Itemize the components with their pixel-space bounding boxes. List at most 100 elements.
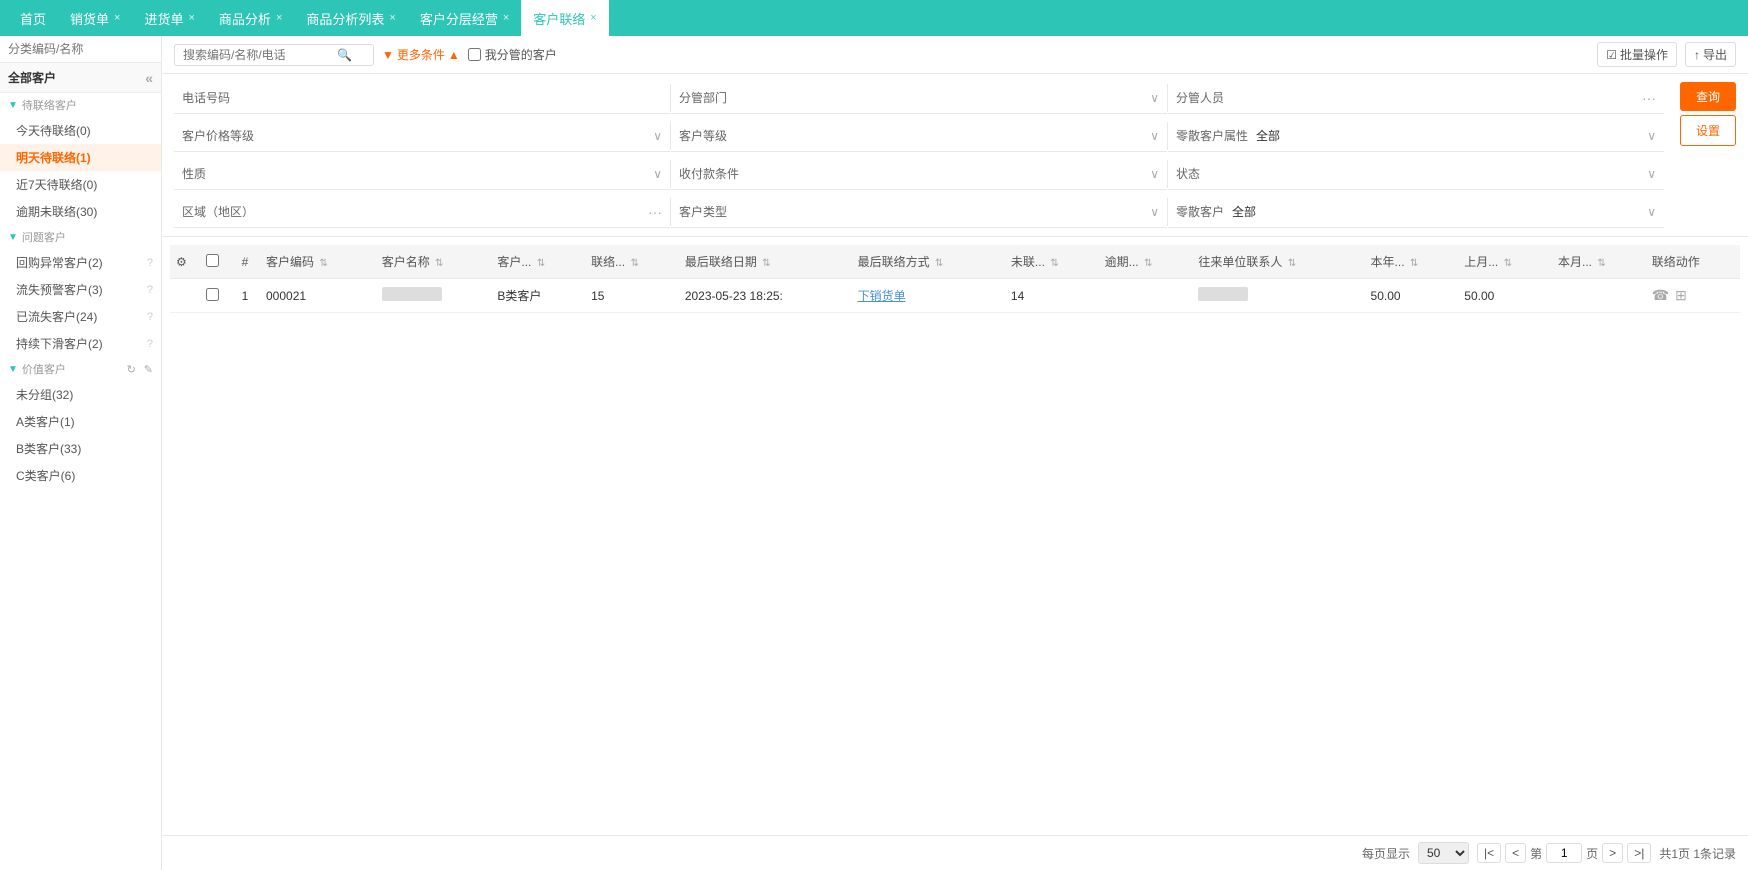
close-icon[interactable]: × xyxy=(503,12,509,24)
nav-product-analysis[interactable]: 商品分析 × xyxy=(207,0,294,36)
retail-attr-select[interactable]: 全部 ∨ xyxy=(1256,127,1656,144)
th-this-month[interactable]: 本月... ⇅ xyxy=(1552,245,1646,279)
first-page-btn[interactable]: |< xyxy=(1477,843,1501,863)
help-icon[interactable]: ? xyxy=(147,257,153,269)
status-select[interactable]: ∨ xyxy=(1208,167,1656,181)
th-checkbox[interactable] xyxy=(200,245,230,279)
sidebar-item-class-b[interactable]: B类客户(33) xyxy=(0,435,161,462)
department-select[interactable]: ∨ xyxy=(735,91,1159,105)
sidebar-item-ungrouped[interactable]: 未分组(32) xyxy=(0,381,161,408)
sidebar-item-7day-pending[interactable]: 近7天待联络(0) xyxy=(0,171,161,198)
help-icon[interactable]: ? xyxy=(147,338,153,350)
my-customers-checkbox-label[interactable]: 我分管的客户 xyxy=(468,46,557,63)
page-nav: |< < 第 页 > >| xyxy=(1477,843,1651,863)
filter-more-btn[interactable]: ▼ 更多条件 ▲ xyxy=(382,46,460,63)
sidebar-item-tomorrow-pending[interactable]: 明天待联络(1) xyxy=(0,144,161,171)
nav-purchase-order[interactable]: 进货单 × xyxy=(132,0,206,36)
phone-action-icon[interactable]: ☎ xyxy=(1652,287,1669,304)
th-not-contacted[interactable]: 未联... ⇅ xyxy=(1005,245,1099,279)
edit-icon[interactable]: ✎ xyxy=(144,363,153,376)
table-header-row: ⚙ # 客户编码 ⇅ 客户名称 ⇅ 客户... ⇅ 联络... ⇅ 最后联络日期… xyxy=(170,245,1740,279)
help-icon[interactable]: ? xyxy=(147,311,153,323)
sidebar-item-repurchase-abnormal[interactable]: 回购异常客户(2) ? xyxy=(0,249,161,276)
th-num: # xyxy=(230,245,260,279)
th-gear[interactable]: ⚙ xyxy=(170,245,200,279)
sidebar-item-today-pending[interactable]: 今天待联络(0) xyxy=(0,117,161,144)
nav-product-analysis-list[interactable]: 商品分析列表 × xyxy=(294,0,407,36)
query-button[interactable]: 查询 xyxy=(1680,82,1736,111)
sidebar-item-overdue-pending[interactable]: 逾期未联络(30) xyxy=(0,198,161,225)
nav-customer-tier[interactable]: 客户分层经营 × xyxy=(408,0,521,36)
th-last-month[interactable]: 上月... ⇅ xyxy=(1458,245,1552,279)
customer-level-select[interactable]: ∨ xyxy=(735,129,1159,143)
chevron-down-icon: ∨ xyxy=(1647,129,1656,143)
nature-select[interactable]: ∨ xyxy=(214,167,662,181)
chevron-down-icon: ∨ xyxy=(1647,205,1656,219)
close-icon[interactable]: × xyxy=(389,12,395,24)
prev-page-btn[interactable]: < xyxy=(1505,843,1526,863)
grid-action-icon[interactable]: ⊞ xyxy=(1675,287,1687,304)
filter-retail-attr[interactable]: 零散客户属性 全部 ∨ xyxy=(1168,120,1664,152)
chevron-down-icon: ∨ xyxy=(1150,167,1159,181)
collapse-icon: « xyxy=(145,70,153,86)
content-area: 🔍 ▼ 更多条件 ▲ 我分管的客户 ☑ 批量操作 ↑ 导出 xyxy=(162,36,1748,870)
td-checkbox[interactable] xyxy=(200,279,230,313)
customer-type-select[interactable]: ∨ xyxy=(735,205,1159,219)
filter-manager: 分管人员 ··· xyxy=(1168,82,1664,114)
last-contact-link[interactable]: 下销货单 xyxy=(858,289,906,303)
filter-customer-level[interactable]: 客户等级 ∨ xyxy=(671,120,1167,152)
payment-terms-select[interactable]: ∨ xyxy=(747,167,1159,181)
close-icon[interactable]: × xyxy=(114,12,120,24)
export-btn[interactable]: ↑ 导出 xyxy=(1685,42,1736,67)
close-icon[interactable]: × xyxy=(188,12,194,24)
sidebar-all-customers[interactable]: 全部客户 « xyxy=(0,63,161,93)
last-page-btn[interactable]: >| xyxy=(1627,843,1651,863)
dots-icon[interactable]: ··· xyxy=(1642,90,1656,106)
price-level-select[interactable]: ∨ xyxy=(262,129,662,143)
sidebar-item-declining[interactable]: 持续下滑客户(2) ? xyxy=(0,330,161,357)
sidebar-search-input[interactable] xyxy=(8,42,162,56)
th-overdue[interactable]: 逾期... ⇅ xyxy=(1099,245,1193,279)
close-icon[interactable]: × xyxy=(590,12,596,24)
th-this-year[interactable]: 本年... ⇅ xyxy=(1365,245,1459,279)
nav-customer-contact[interactable]: 客户联络 × xyxy=(521,0,608,36)
page-input[interactable] xyxy=(1546,843,1582,863)
help-icon[interactable]: ? xyxy=(147,284,153,296)
th-type[interactable]: 客户... ⇅ xyxy=(491,245,585,279)
refresh-icon[interactable]: ↻ xyxy=(127,363,136,376)
td-last-contact-method[interactable]: 下销货单 xyxy=(852,279,1005,313)
dots-icon[interactable]: ··· xyxy=(648,204,662,220)
filter-customer-type[interactable]: 客户类型 ∨ xyxy=(671,196,1167,228)
sidebar-item-class-c[interactable]: C类客户(6) xyxy=(0,462,161,489)
filter-status[interactable]: 状态 ∨ xyxy=(1168,158,1664,190)
nav-sales-order[interactable]: 销货单 × xyxy=(58,0,132,36)
filter-price-level[interactable]: 客户价格等级 ∨ xyxy=(174,120,670,152)
th-contact[interactable]: 联络... ⇅ xyxy=(585,245,679,279)
filter-department[interactable]: 分管部门 ∨ xyxy=(671,82,1167,114)
search-icon[interactable]: 🔍 xyxy=(337,48,352,62)
th-last-contact-method[interactable]: 最后联络方式 ⇅ xyxy=(852,245,1005,279)
retail-customer-select[interactable]: 全部 ∨ xyxy=(1232,203,1656,220)
th-last-contact-date[interactable]: 最后联络日期 ⇅ xyxy=(679,245,852,279)
th-code[interactable]: 客户编码 ⇅ xyxy=(260,245,376,279)
next-page-btn[interactable]: > xyxy=(1602,843,1623,863)
nav-home[interactable]: 首页 xyxy=(8,0,58,36)
setting-button[interactable]: 设置 xyxy=(1680,115,1736,146)
main-search-input[interactable] xyxy=(183,48,333,62)
sidebar-item-churned[interactable]: 已流失客户(24) ? xyxy=(0,303,161,330)
filter-retail-customer[interactable]: 零散客户 全部 ∨ xyxy=(1168,196,1664,228)
th-name[interactable]: 客户名称 ⇅ xyxy=(376,245,492,279)
close-icon[interactable]: × xyxy=(276,12,282,24)
filter-payment-terms[interactable]: 收付款条件 ∨ xyxy=(671,158,1167,190)
per-page-select[interactable]: 50 100 200 xyxy=(1418,842,1469,864)
batch-operation-btn[interactable]: ☑ 批量操作 xyxy=(1597,42,1677,67)
filter-nature[interactable]: 性质 ∨ xyxy=(174,158,670,190)
chevron-down-icon: ∨ xyxy=(653,167,662,181)
select-all-checkbox[interactable] xyxy=(206,254,219,267)
sidebar-item-churn-warning[interactable]: 流失预警客户(3) ? xyxy=(0,276,161,303)
my-customers-checkbox[interactable] xyxy=(468,48,481,61)
sidebar-item-class-a[interactable]: A类客户(1) xyxy=(0,408,161,435)
th-unit-contact[interactable]: 往来单位联系人 ⇅ xyxy=(1192,245,1364,279)
row-checkbox[interactable] xyxy=(206,288,219,301)
phone-input[interactable] xyxy=(238,91,662,105)
